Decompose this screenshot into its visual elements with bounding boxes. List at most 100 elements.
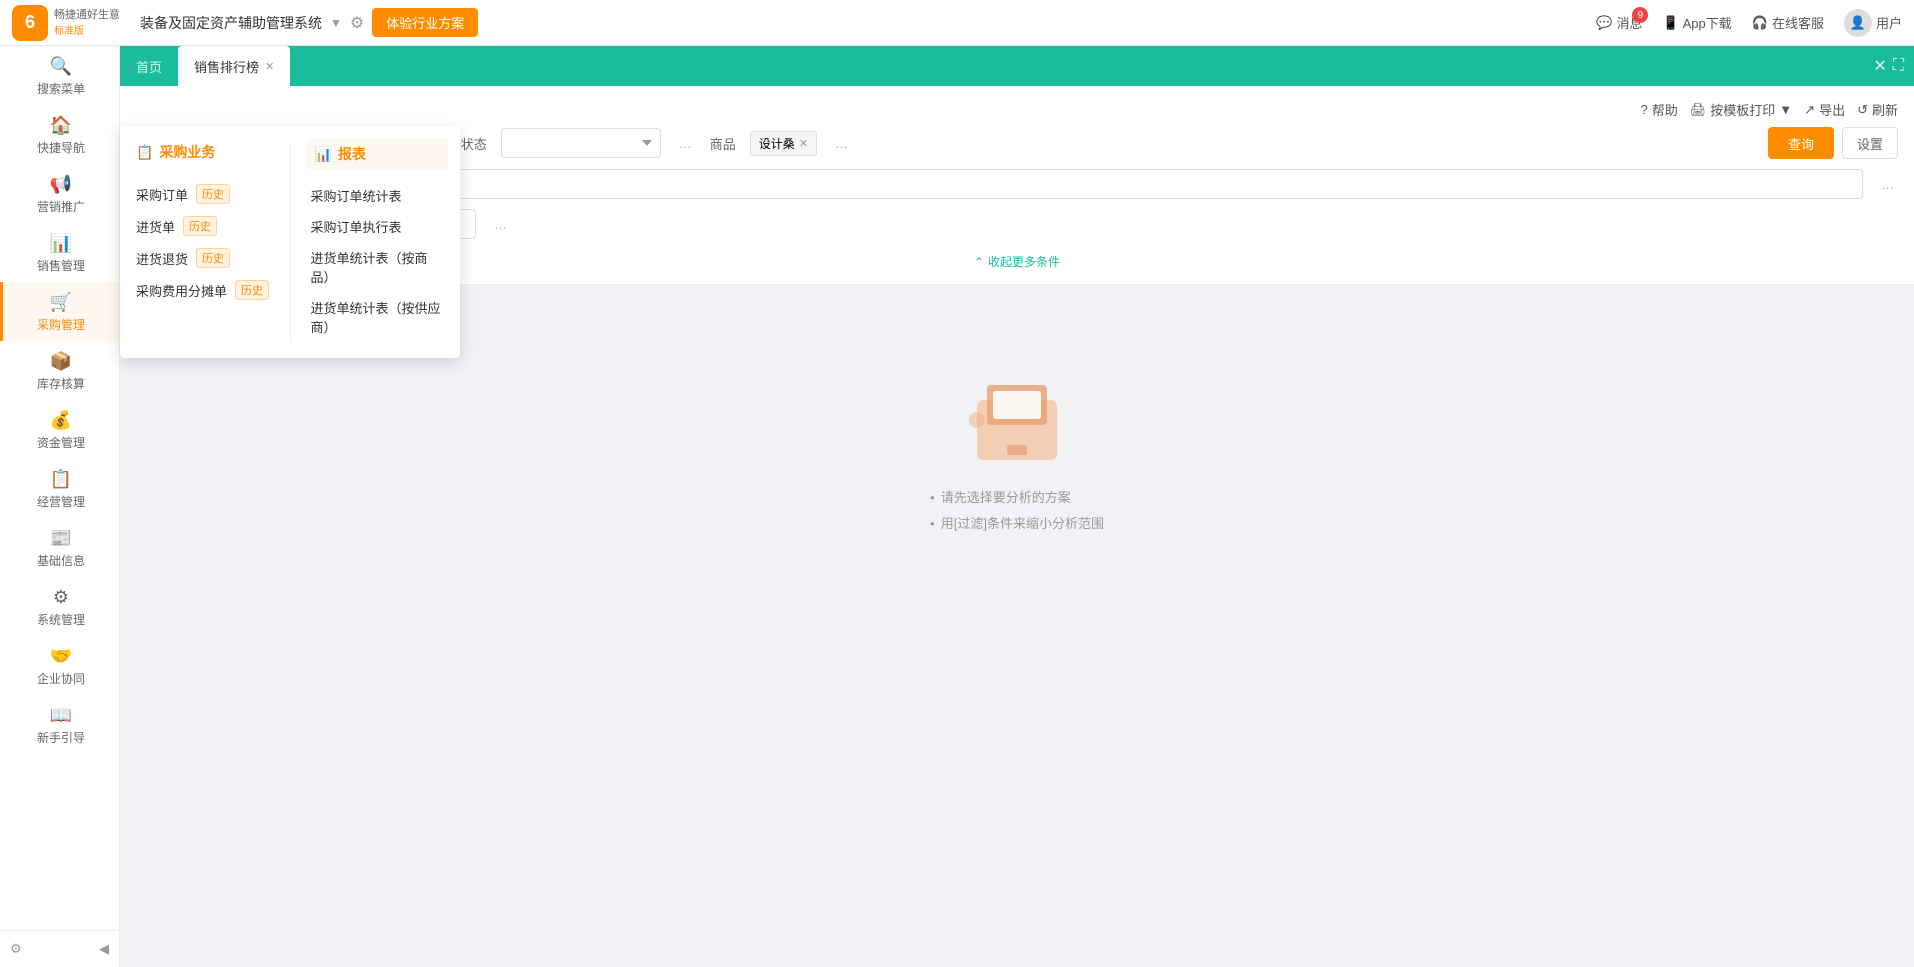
sidebar-label-sales: 销售管理	[37, 257, 85, 274]
avatar: 👤	[1844, 9, 1872, 37]
bill-status-select[interactable]	[501, 128, 661, 158]
home-icon: 🏠	[50, 115, 72, 136]
tab-home-label: 首页	[136, 57, 162, 76]
sidebar-label-marketing: 营销推广	[37, 198, 85, 215]
help-icon: ?	[1641, 102, 1648, 117]
sidebar-label-inventory: 库存核算	[37, 375, 85, 392]
sidebar-label-enterprise: 企业协同	[37, 670, 85, 687]
system-settings-icon[interactable]: ⚙	[350, 13, 364, 33]
menu-item-purchase-order[interactable]: 采购订单 历史	[136, 178, 270, 210]
sidebar-item-inventory[interactable]: 📦 库存核算	[0, 341, 119, 400]
tab-sales-rank[interactable]: 销售排行榜 ✕	[178, 46, 290, 86]
tab-home[interactable]: 首页	[120, 46, 178, 86]
system-title-text: 装备及固定资产辅助管理系统	[140, 13, 322, 33]
export-btn[interactable]: ↗ 导出	[1804, 100, 1845, 119]
export-label: 导出	[1819, 100, 1845, 119]
menu-item-purchase-order-exec[interactable]: 采购订单执行表	[311, 211, 445, 242]
sales-icon: 📊	[50, 233, 72, 254]
receive-stat-supplier-label: 进货单统计表（按供应商）	[311, 298, 445, 336]
receive-hist: 历史	[183, 216, 217, 236]
refresh-label: 刷新	[1872, 100, 1898, 119]
sidebar-item-operations[interactable]: 📋 经营管理	[0, 459, 119, 518]
goods-more[interactable]: …	[831, 136, 852, 151]
menu-item-receive-stat-supplier[interactable]: 进货单统计表（按供应商）	[311, 292, 445, 342]
help-btn[interactable]: ? 帮助	[1641, 100, 1678, 119]
industry-btn[interactable]: 体验行业方案	[372, 8, 478, 37]
tab-expand-btn[interactable]: ⛶	[1893, 57, 1904, 75]
customer-more[interactable]: …	[490, 217, 511, 232]
sidebar-collapse-icon[interactable]: ◀	[99, 941, 109, 957]
app-name: 畅捷通好生意	[54, 8, 120, 22]
goods-tag-remove[interactable]: ✕	[799, 137, 808, 150]
enterprise-icon: 🤝	[50, 646, 72, 667]
tab-bar-actions: ✕ ⛶	[1873, 56, 1914, 76]
reports-col-icon: 📊	[315, 146, 332, 163]
purchase-order-label: 采购订单	[136, 185, 188, 204]
sidebar-item-enterprise[interactable]: 🤝 企业协同	[0, 636, 119, 695]
sidebar-bottom: ⚙ ◀	[0, 930, 119, 967]
operations-icon: 📋	[50, 469, 72, 490]
app-download-btn[interactable]: 📱 App下载	[1662, 13, 1731, 32]
purchase-icon: 🛒	[50, 292, 72, 313]
return-label: 进货退货	[136, 249, 188, 268]
sidebar-item-sales[interactable]: 📊 销售管理	[0, 223, 119, 282]
sidebar-item-marketing[interactable]: 📢 营销推广	[0, 164, 119, 223]
system-icon: ⚙	[53, 587, 69, 608]
message-icon: 💬	[1596, 15, 1612, 31]
app-download-label: App下载	[1683, 13, 1732, 32]
empty-hint-1: 请先选择要分析的方案	[941, 485, 1071, 511]
app-badge: 标准版	[54, 22, 120, 37]
return-hist: 历史	[196, 248, 230, 268]
sidebar-bottom-settings-icon[interactable]: ⚙	[10, 941, 22, 957]
online-service-btn[interactable]: 🎧 在线客服	[1752, 13, 1824, 32]
marketing-icon: 📢	[50, 174, 72, 195]
message-btn[interactable]: 💬 消息 9	[1596, 13, 1642, 32]
sidebar-item-system[interactable]: ⚙ 系统管理	[0, 577, 119, 636]
search-btn[interactable]: 查询	[1768, 127, 1834, 159]
expense-label: 采购费用分摊单	[136, 281, 227, 300]
top-header: 6 畅捷通好生意 标准版 装备及固定资产辅助管理系统 ▼ ⚙ 体验行业方案 💬 …	[0, 0, 1914, 46]
title-dropdown-arrow[interactable]: ▼	[330, 16, 342, 30]
print-arrow: ▼	[1779, 102, 1792, 117]
menu-item-receive-stat-goods[interactable]: 进货单统计表（按商品）	[311, 242, 445, 292]
menu-item-expense[interactable]: 采购费用分摊单 历史	[136, 274, 270, 306]
purchase-order-exec-label: 采购订单执行表	[311, 217, 402, 236]
tab-close-btn[interactable]: ✕	[265, 60, 274, 73]
message-badge: 9	[1632, 7, 1648, 23]
print-btn[interactable]: 🖨 按模板打印 ▼	[1690, 100, 1792, 119]
bill-status-more[interactable]: …	[675, 136, 696, 151]
user-area[interactable]: 👤 用户	[1844, 9, 1902, 37]
menu-item-purchase-order-stat[interactable]: 采购订单统计表	[311, 180, 445, 211]
tab-close-all-btn[interactable]: ✕	[1873, 56, 1886, 76]
menu-item-receive[interactable]: 进货单 历史	[136, 210, 270, 242]
receive-stat-goods-label: 进货单统计表（按商品）	[311, 248, 445, 286]
menu-item-return[interactable]: 进货退货 历史	[136, 242, 270, 274]
basic-info-icon: 📰	[50, 528, 72, 549]
sidebar-item-search[interactable]: 🔍 搜索菜单	[0, 46, 119, 105]
purchase-order-stat-label: 采购订单统计表	[311, 186, 402, 205]
help-label: 帮助	[1652, 100, 1678, 119]
refresh-btn[interactable]: ↺ 刷新	[1857, 100, 1898, 119]
salesman-more[interactable]: …	[1877, 177, 1898, 192]
sidebar-item-purchase[interactable]: 🛒 采购管理	[0, 282, 119, 341]
sidebar-item-guide[interactable]: 📖 新手引导	[0, 695, 119, 754]
headset-icon: 🎧	[1752, 15, 1768, 31]
sidebar-item-finance[interactable]: 💰 资金管理	[0, 400, 119, 459]
tab-bar: 首页 销售排行榜 ✕ ✕ ⛶	[120, 46, 1914, 86]
menu-divider	[290, 142, 291, 342]
search-icon: 🔍	[50, 56, 72, 77]
print-label: 按模板打印	[1710, 100, 1775, 119]
filter-settings-btn[interactable]: 设置	[1842, 127, 1898, 159]
top-right-area: 💬 消息 9 📱 App下载 🎧 在线客服 👤 用户	[1596, 9, 1902, 37]
export-icon: ↗	[1804, 102, 1815, 118]
guide-icon: 📖	[50, 705, 72, 726]
sidebar-item-basic-info[interactable]: 📰 基础信息	[0, 518, 119, 577]
reports-col-title-text: 报表	[338, 144, 366, 164]
empty-illustration	[957, 365, 1077, 465]
collapse-label: 收起更多条件	[988, 253, 1060, 270]
finance-icon: 💰	[50, 410, 72, 431]
sidebar-label-quick-nav: 快捷导航	[37, 139, 85, 156]
user-label: 用户	[1876, 13, 1902, 32]
menu-col-reports: 📊 报表 采购订单统计表 采购订单执行表 进货单统计表（按商品） 进货单统计表（…	[311, 142, 445, 342]
sidebar-item-quick-nav[interactable]: 🏠 快捷导航	[0, 105, 119, 164]
